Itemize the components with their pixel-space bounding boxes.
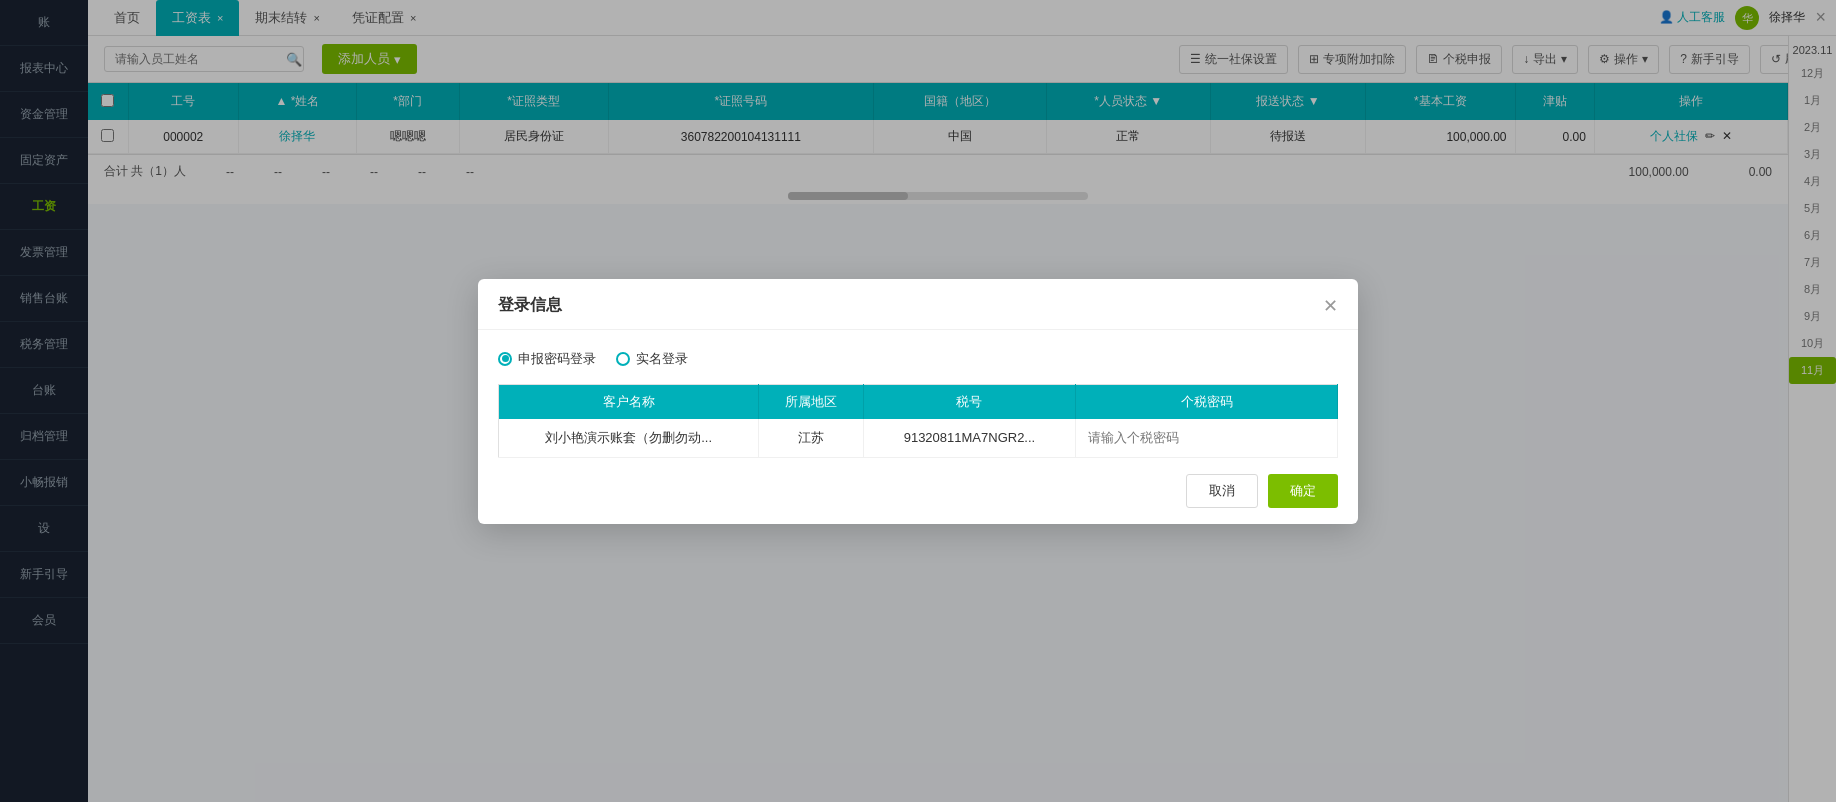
inner-table-row: 刘小艳演示账套（勿删勿动... 江苏 91320811MA7NGR2... (499, 419, 1338, 458)
inner-cell-region: 江苏 (759, 419, 863, 458)
radio-group: 申报密码登录 实名登录 (498, 350, 1338, 368)
radio-pwd-login[interactable]: 申报密码登录 (498, 350, 596, 368)
confirm-button[interactable]: 确定 (1268, 474, 1338, 508)
radio-btn-realname[interactable] (616, 352, 630, 366)
inner-cell-taxpwd[interactable] (1076, 419, 1338, 458)
inner-col-taxno: 税号 (863, 384, 1075, 419)
dialog-body: 申报密码登录 实名登录 客户名称 所属地区 税号 个税密码 (478, 330, 1358, 458)
dialog-title: 登录信息 (498, 295, 562, 316)
login-dialog: 登录信息 ✕ 申报密码登录 实名登录 客户名称 所属地区 (478, 279, 1358, 524)
inner-cell-client: 刘小艳演示账套（勿删勿动... (499, 419, 759, 458)
dialog-header: 登录信息 ✕ (478, 279, 1358, 330)
inner-table: 客户名称 所属地区 税号 个税密码 刘小艳演示账套（勿删勿动... 江苏 913… (498, 384, 1338, 458)
inner-col-client: 客户名称 (499, 384, 759, 419)
inner-col-region: 所属地区 (759, 384, 863, 419)
radio-btn-pwd[interactable] (498, 352, 512, 366)
dialog-overlay: 登录信息 ✕ 申报密码登录 实名登录 客户名称 所属地区 (0, 0, 1836, 802)
dialog-footer: 取消 确定 (478, 458, 1358, 524)
radio-realname-login[interactable]: 实名登录 (616, 350, 688, 368)
inner-col-taxpwd: 个税密码 (1076, 384, 1338, 419)
cancel-button[interactable]: 取消 (1186, 474, 1258, 508)
dialog-close-button[interactable]: ✕ (1323, 295, 1338, 317)
inner-cell-taxno: 91320811MA7NGR2... (863, 419, 1075, 458)
tax-pwd-input[interactable] (1088, 430, 1325, 445)
